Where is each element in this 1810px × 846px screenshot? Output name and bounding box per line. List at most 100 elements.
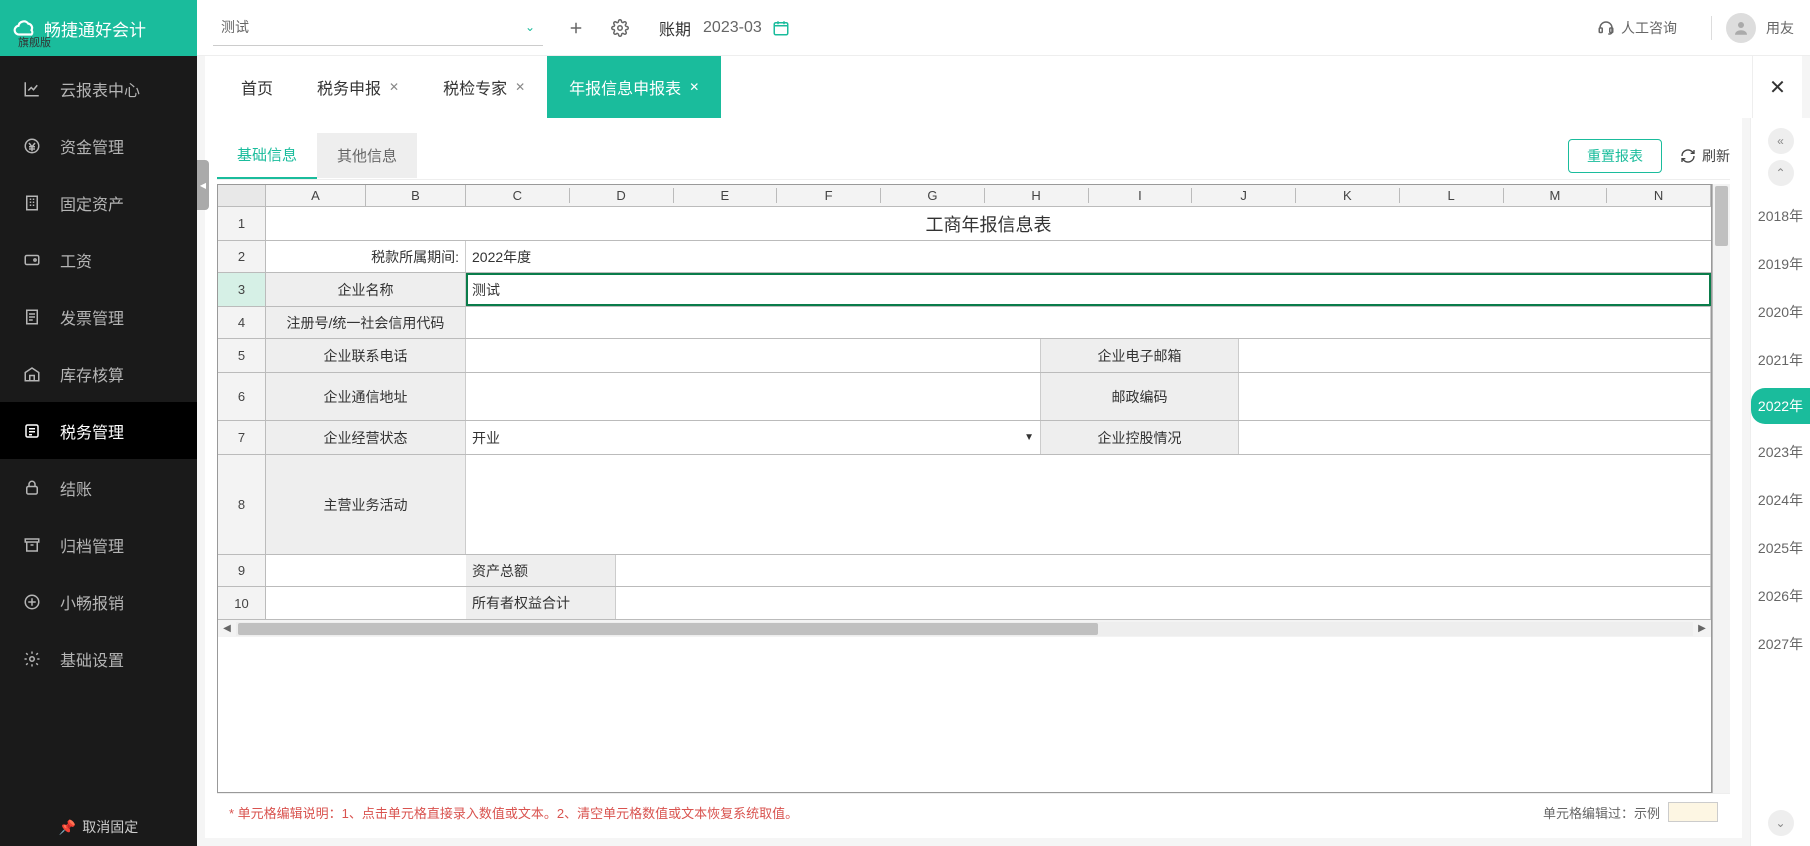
year-2025[interactable]: 2025年 xyxy=(1751,524,1810,572)
col-D[interactable]: D xyxy=(570,188,674,203)
refresh-button[interactable]: 刷新 xyxy=(1680,146,1730,166)
cell-assets-input[interactable] xyxy=(616,555,1711,586)
row-8-header[interactable]: 8 xyxy=(218,455,266,554)
row-10-header[interactable]: 10 xyxy=(218,587,266,619)
year-2026[interactable]: 2026年 xyxy=(1751,572,1810,620)
col-J[interactable]: J xyxy=(1192,188,1296,203)
col-C[interactable]: C xyxy=(466,188,570,203)
year-2021[interactable]: 2021年 xyxy=(1751,336,1810,384)
row-7-header[interactable]: 7 xyxy=(218,421,266,454)
menu-settings[interactable]: 基础设置 xyxy=(0,630,197,687)
v-scrollbar[interactable] xyxy=(1712,184,1730,793)
tab-tax-check[interactable]: 税检专家✕ xyxy=(421,56,547,118)
example-swatch xyxy=(1668,802,1718,822)
scroll-up-icon[interactable]: ⌃ xyxy=(1768,160,1794,186)
menu-tax[interactable]: 税务管理 xyxy=(0,402,197,459)
year-2024[interactable]: 2024年 xyxy=(1751,476,1810,524)
avatar[interactable] xyxy=(1726,13,1756,43)
col-B[interactable]: B xyxy=(366,185,466,206)
year-2018[interactable]: 2018年 xyxy=(1751,192,1810,240)
col-H[interactable]: H xyxy=(985,188,1089,203)
cell-r9-blank[interactable] xyxy=(266,555,466,586)
tab-tax-filing[interactable]: 税务申报✕ xyxy=(295,56,421,118)
close-icon[interactable]: ✕ xyxy=(389,80,399,94)
cell-period-value[interactable]: 2022年度 xyxy=(466,241,1711,272)
org-select[interactable]: 测试 ⌄ xyxy=(213,10,543,46)
row-2-header[interactable]: 2 xyxy=(218,241,266,272)
cell-postcode-label: 邮政编码 xyxy=(1041,373,1239,420)
username[interactable]: 用友 xyxy=(1766,18,1794,38)
subtab-other[interactable]: 其他信息 xyxy=(317,133,417,178)
tab-home[interactable]: 首页 xyxy=(219,56,295,118)
cell-company-name-input[interactable]: 测试 xyxy=(466,273,1711,306)
row-6-header[interactable]: 6 xyxy=(218,373,266,420)
col-E[interactable]: E xyxy=(674,188,778,203)
spreadsheet: A B C D E F G H I J K xyxy=(217,184,1712,793)
year-2023[interactable]: 2023年 xyxy=(1751,428,1810,476)
menu-archive[interactable]: 归档管理 xyxy=(0,516,197,573)
reset-button[interactable]: 重置报表 xyxy=(1568,139,1662,173)
menu-salary[interactable]: 工资 xyxy=(0,231,197,288)
sidebar-collapse-handle[interactable] xyxy=(197,160,209,210)
col-M[interactable]: M xyxy=(1504,188,1608,203)
org-name: 测试 xyxy=(221,17,249,37)
scroll-right-icon[interactable]: ▶ xyxy=(1693,623,1711,634)
col-header-row: A B C D E F G H I J K xyxy=(218,185,1711,207)
col-I[interactable]: I xyxy=(1089,188,1193,203)
cell-equity-input[interactable] xyxy=(616,587,1711,619)
col-F[interactable]: F xyxy=(777,188,881,203)
h-scrollbar[interactable]: ◀ ▶ xyxy=(218,619,1711,637)
calendar-icon[interactable] xyxy=(770,17,792,39)
row-3-header[interactable]: 3 xyxy=(218,273,266,306)
collapse-years-icon[interactable]: « xyxy=(1768,128,1794,154)
close-icon[interactable]: ✕ xyxy=(515,80,525,94)
brand-edition: 旗舰版 xyxy=(18,34,51,50)
cell-phone-input[interactable] xyxy=(466,339,1041,372)
col-K[interactable]: K xyxy=(1296,188,1400,203)
cell-holding-input[interactable] xyxy=(1239,421,1711,454)
cell-reg-no-input[interactable] xyxy=(466,307,1711,338)
row-1-header[interactable]: 1 xyxy=(218,207,266,240)
year-2022[interactable]: 2022年 xyxy=(1751,388,1810,424)
col-G[interactable]: G xyxy=(881,188,985,203)
year-2020[interactable]: 2020年 xyxy=(1751,288,1810,336)
col-A[interactable]: A xyxy=(266,185,366,206)
cell-r10-blank[interactable] xyxy=(266,587,466,619)
row-5-header[interactable]: 5 xyxy=(218,339,266,372)
cell-address-input[interactable] xyxy=(466,373,1041,420)
menu-invoice[interactable]: 发票管理 xyxy=(0,288,197,345)
corner-cell[interactable] xyxy=(218,185,266,206)
close-all-tabs[interactable]: ✕ xyxy=(1752,56,1802,118)
year-2027[interactable]: 2027年 xyxy=(1751,620,1810,668)
menu-report-center[interactable]: 云报表中心 xyxy=(0,60,197,117)
row-4-header[interactable]: 4 xyxy=(218,307,266,338)
menu-close[interactable]: 结账 xyxy=(0,459,197,516)
row-9-header[interactable]: 9 xyxy=(218,555,266,586)
cell-postcode-input[interactable] xyxy=(1239,373,1711,420)
close-icon[interactable]: ✕ xyxy=(689,80,699,94)
unpin-button[interactable]: 📌 取消固定 xyxy=(0,808,197,846)
menu-fixed-asset[interactable]: 固定资产 xyxy=(0,174,197,231)
cell-email-input[interactable] xyxy=(1239,339,1711,372)
settings-button[interactable] xyxy=(609,17,631,39)
col-N[interactable]: N xyxy=(1607,188,1710,203)
scroll-down-icon[interactable]: ⌄ xyxy=(1768,810,1794,836)
menu-fund[interactable]: 资金管理 xyxy=(0,117,197,174)
add-org-button[interactable] xyxy=(565,17,587,39)
help-link[interactable]: 人工咨询 xyxy=(1597,18,1677,38)
menu-inventory[interactable]: 库存核算 xyxy=(0,345,197,402)
tax-icon xyxy=(22,421,42,441)
tab-annual-report[interactable]: 年报信息申报表✕ xyxy=(547,56,721,118)
menu-expense[interactable]: 小畅报销 xyxy=(0,573,197,630)
year-2019[interactable]: 2019年 xyxy=(1751,240,1810,288)
scroll-left-icon[interactable]: ◀ xyxy=(218,623,236,634)
footer-note: * 单元格编辑说明：1、点击单元格直接录入数值或文本。2、清空单元格数值或文本恢… xyxy=(217,793,1730,830)
cell-status-select[interactable]: 开业 xyxy=(466,421,1041,454)
subtab-basic[interactable]: 基础信息 xyxy=(217,132,317,179)
menu-label: 云报表中心 xyxy=(60,77,140,101)
period-value[interactable]: 2023-03 xyxy=(703,19,762,37)
cell-mainbiz-input[interactable] xyxy=(466,455,1711,554)
cell-period-label[interactable]: 税款所属期间: xyxy=(266,241,466,272)
col-L[interactable]: L xyxy=(1400,188,1504,203)
gear-icon xyxy=(22,649,42,669)
